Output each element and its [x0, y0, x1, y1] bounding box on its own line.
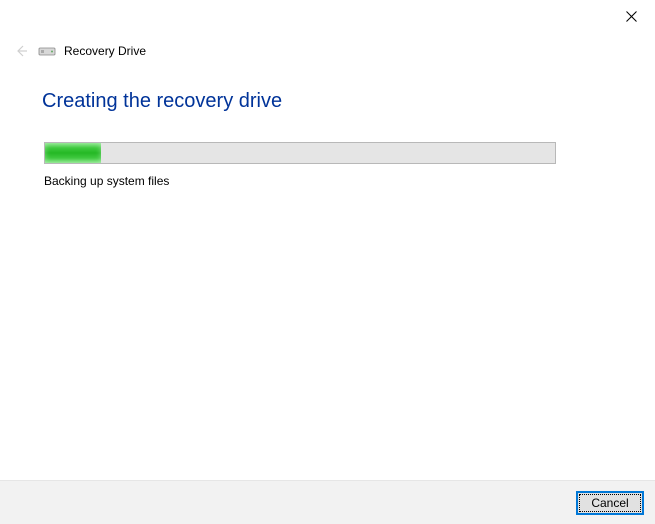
back-arrow-icon — [14, 44, 28, 58]
app-title: Recovery Drive — [64, 44, 146, 58]
progress-fill — [45, 143, 101, 163]
back-button — [12, 42, 30, 60]
page-heading: Creating the recovery drive — [42, 90, 282, 113]
cancel-button[interactable]: Cancel — [577, 492, 643, 514]
status-text: Backing up system files — [44, 174, 556, 188]
header: Recovery Drive — [12, 42, 146, 60]
progress-section: Backing up system files — [44, 142, 556, 188]
footer: Cancel — [0, 480, 655, 524]
close-button[interactable] — [621, 6, 641, 26]
close-icon — [626, 11, 637, 22]
progress-bar — [44, 142, 556, 164]
drive-icon — [38, 45, 56, 57]
